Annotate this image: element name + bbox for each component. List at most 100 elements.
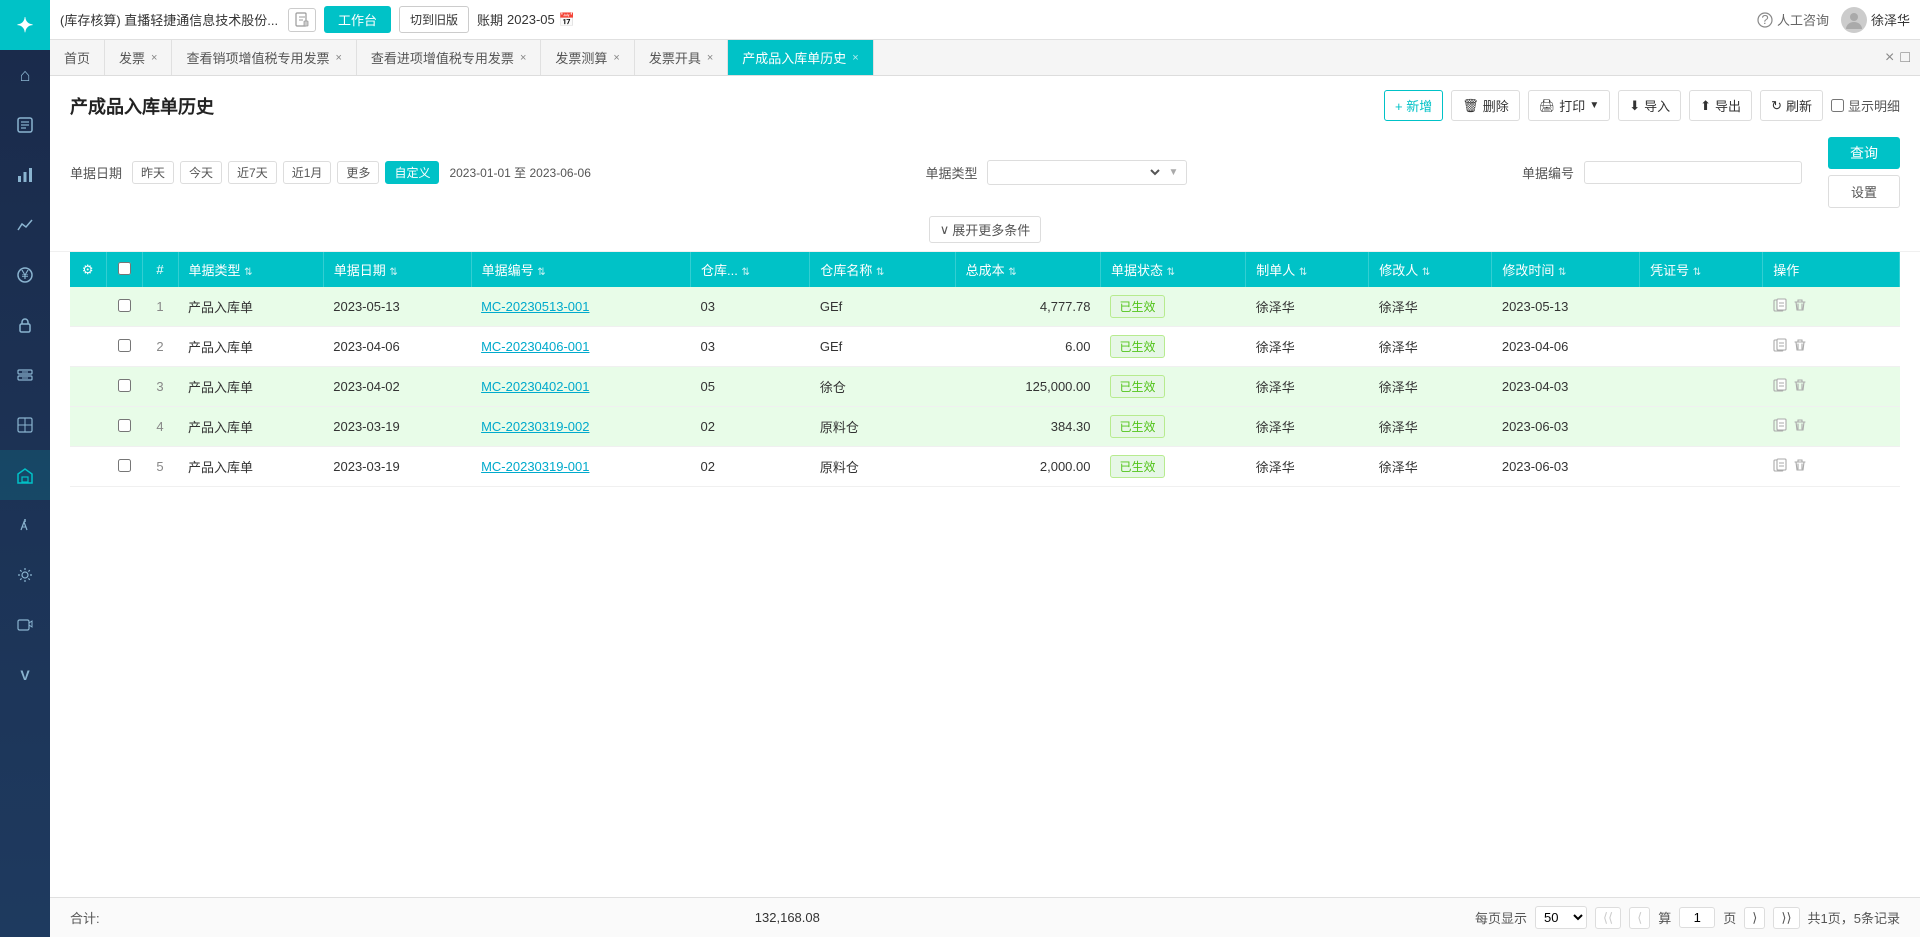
select-all-checkbox[interactable] bbox=[118, 262, 131, 275]
col-voucher[interactable]: 凭证号 ⇅ bbox=[1640, 252, 1763, 287]
tab-invoice-calc-close-icon[interactable]: × bbox=[613, 52, 619, 64]
row-edit-button[interactable] bbox=[1773, 418, 1787, 435]
export-button[interactable]: ⬆ 导出 bbox=[1689, 90, 1752, 121]
row-delete-button[interactable] bbox=[1793, 458, 1807, 475]
last-page-button[interactable]: ⟩⟩ bbox=[1773, 907, 1799, 929]
row-actions bbox=[1763, 407, 1900, 447]
col-status[interactable]: 单据状态 ⇅ bbox=[1100, 252, 1245, 287]
company-selector[interactable]: (库存核算) 直播轻捷通信息技术股份... ▼ bbox=[60, 10, 280, 29]
sidebar-item-archive[interactable] bbox=[0, 350, 50, 400]
row-checkbox[interactable] bbox=[118, 459, 131, 472]
show-detail-checkbox[interactable]: 显示明细 bbox=[1831, 96, 1900, 115]
row-delete-button[interactable] bbox=[1793, 418, 1807, 435]
col-modifier[interactable]: 修改人 ⇅ bbox=[1369, 252, 1492, 287]
row-number[interactable]: MC-20230319-001 bbox=[471, 447, 690, 487]
row-number[interactable]: MC-20230513-001 bbox=[471, 287, 690, 327]
tab-home[interactable]: 首页 bbox=[50, 40, 105, 76]
row-edit-button[interactable] bbox=[1773, 458, 1787, 475]
quick-btn-1month[interactable]: 近1月 bbox=[283, 161, 332, 184]
tab-product-stock[interactable]: 产成品入库单历史 × bbox=[728, 40, 873, 76]
tab-invoice-calc[interactable]: 发票测算 × bbox=[541, 40, 634, 76]
row-creator: 徐泽华 bbox=[1246, 327, 1369, 367]
print-icon: 🖨 bbox=[1539, 98, 1556, 114]
prev-page-button[interactable]: ⟨ bbox=[1629, 907, 1650, 929]
col-type[interactable]: 单据类型 ⇅ bbox=[178, 252, 323, 287]
old-version-button[interactable]: 切到旧版 bbox=[399, 6, 469, 33]
expand-filter-button[interactable]: ∨ 展开更多条件 bbox=[929, 216, 1042, 243]
sidebar-item-analysis[interactable] bbox=[0, 200, 50, 250]
quick-btn-7days[interactable]: 近7天 bbox=[228, 161, 277, 184]
col-total-cost[interactable]: 总成本 ⇅ bbox=[955, 252, 1100, 287]
sidebar-item-version[interactable]: V bbox=[0, 650, 50, 700]
doc-icon-btn[interactable] bbox=[288, 8, 316, 32]
col-warehouse-code[interactable]: 仓库... ⇅ bbox=[691, 252, 810, 287]
next-page-button[interactable]: ⟩ bbox=[1744, 907, 1765, 929]
row-checkbox[interactable] bbox=[118, 339, 131, 352]
row-checkbox[interactable] bbox=[118, 299, 131, 312]
row-number[interactable]: MC-20230319-002 bbox=[471, 407, 690, 447]
set-button[interactable]: 设置 bbox=[1828, 175, 1900, 208]
row-delete-button[interactable] bbox=[1793, 378, 1807, 395]
tab-invoice[interactable]: 发票 × bbox=[105, 40, 172, 76]
tab-invoice-issue-close-icon[interactable]: × bbox=[707, 52, 713, 64]
calendar-icon[interactable]: 📅 bbox=[559, 12, 575, 28]
print-button[interactable]: 🖨 打印 ▼ bbox=[1528, 90, 1610, 121]
sidebar-item-video[interactable] bbox=[0, 600, 50, 650]
import-button[interactable]: ⬇ 导入 bbox=[1618, 90, 1681, 121]
quick-btn-more[interactable]: 更多 bbox=[337, 161, 379, 184]
number-filter-input[interactable] bbox=[1593, 165, 1793, 180]
workbench-button[interactable]: 工作台 bbox=[324, 6, 391, 33]
row-delete-button[interactable] bbox=[1793, 298, 1807, 315]
sidebar-item-reports[interactable] bbox=[0, 150, 50, 200]
sidebar-item-table[interactable] bbox=[0, 400, 50, 450]
row-edit-button[interactable] bbox=[1773, 338, 1787, 355]
tab-maximize-button[interactable]: □ bbox=[1900, 49, 1910, 67]
sidebar-item-docs[interactable] bbox=[0, 100, 50, 150]
sidebar-item-stamp[interactable] bbox=[0, 500, 50, 550]
row-number[interactable]: MC-20230406-001 bbox=[471, 327, 690, 367]
tab-purchase-vat[interactable]: 查看进项增值税专用发票 × bbox=[357, 40, 541, 76]
col-settings[interactable]: ⚙ bbox=[70, 252, 106, 287]
first-page-button[interactable]: ⟨⟨ bbox=[1595, 907, 1621, 929]
refresh-button[interactable]: ↻ 刷新 bbox=[1760, 90, 1823, 121]
col-date[interactable]: 单据日期 ⇅ bbox=[323, 252, 471, 287]
sidebar-item-warehouse[interactable] bbox=[0, 450, 50, 500]
new-button[interactable]: + 新增 bbox=[1384, 90, 1443, 121]
sidebar-item-home[interactable]: ⌂ bbox=[0, 50, 50, 100]
tab-purchase-vat-close-icon[interactable]: × bbox=[520, 52, 526, 64]
tab-sales-vat[interactable]: 查看销项增值税专用发票 × bbox=[172, 40, 356, 76]
user-menu[interactable]: 徐泽华 bbox=[1841, 7, 1910, 33]
help-button[interactable]: ? 人工咨询 bbox=[1757, 10, 1829, 29]
query-button[interactable]: 查询 bbox=[1828, 137, 1900, 169]
show-detail-input[interactable] bbox=[1831, 99, 1844, 112]
quick-btn-today[interactable]: 今天 bbox=[180, 161, 222, 184]
row-checkbox[interactable] bbox=[118, 419, 131, 432]
sidebar-item-budget[interactable]: ¥ bbox=[0, 250, 50, 300]
table-row: 1 产品入库单 2023-05-13 MC-20230513-001 03 GE… bbox=[70, 287, 1900, 327]
col-number[interactable]: 单据编号 ⇅ bbox=[471, 252, 690, 287]
row-delete-button[interactable] bbox=[1793, 338, 1807, 355]
current-page-input[interactable] bbox=[1679, 907, 1715, 928]
row-edit-button[interactable] bbox=[1773, 378, 1787, 395]
sidebar-item-settings[interactable] bbox=[0, 550, 50, 600]
tab-product-stock-close-icon[interactable]: × bbox=[852, 52, 858, 64]
col-modify-time[interactable]: 修改时间 ⇅ bbox=[1492, 252, 1640, 287]
type-filter-select-wrap: ▼ bbox=[987, 160, 1187, 185]
col-warehouse-name[interactable]: 仓库名称 ⇅ bbox=[810, 252, 955, 287]
tab-invoice-issue[interactable]: 发票开具 × bbox=[635, 40, 728, 76]
sidebar-item-lock[interactable] bbox=[0, 300, 50, 350]
tab-invoice-close-icon[interactable]: × bbox=[151, 52, 157, 64]
quick-btn-yesterday[interactable]: 昨天 bbox=[132, 161, 174, 184]
row-number[interactable]: MC-20230402-001 bbox=[471, 367, 690, 407]
delete-button[interactable]: 🗑 删除 bbox=[1451, 90, 1520, 121]
quick-btn-custom[interactable]: 自定义 bbox=[385, 161, 439, 184]
tab-sales-vat-close-icon[interactable]: × bbox=[335, 52, 341, 64]
page-size-select[interactable]: 20 50 100 bbox=[1535, 906, 1587, 929]
type-filter-select[interactable] bbox=[996, 164, 1162, 181]
col-creator[interactable]: 制单人 ⇅ bbox=[1246, 252, 1369, 287]
row-settings-cell bbox=[70, 407, 106, 447]
row-checkbox[interactable] bbox=[118, 379, 131, 392]
row-edit-button[interactable] bbox=[1773, 298, 1787, 315]
row-modify-time: 2023-06-03 bbox=[1492, 407, 1640, 447]
tab-close-all-button[interactable]: × bbox=[1885, 49, 1894, 67]
